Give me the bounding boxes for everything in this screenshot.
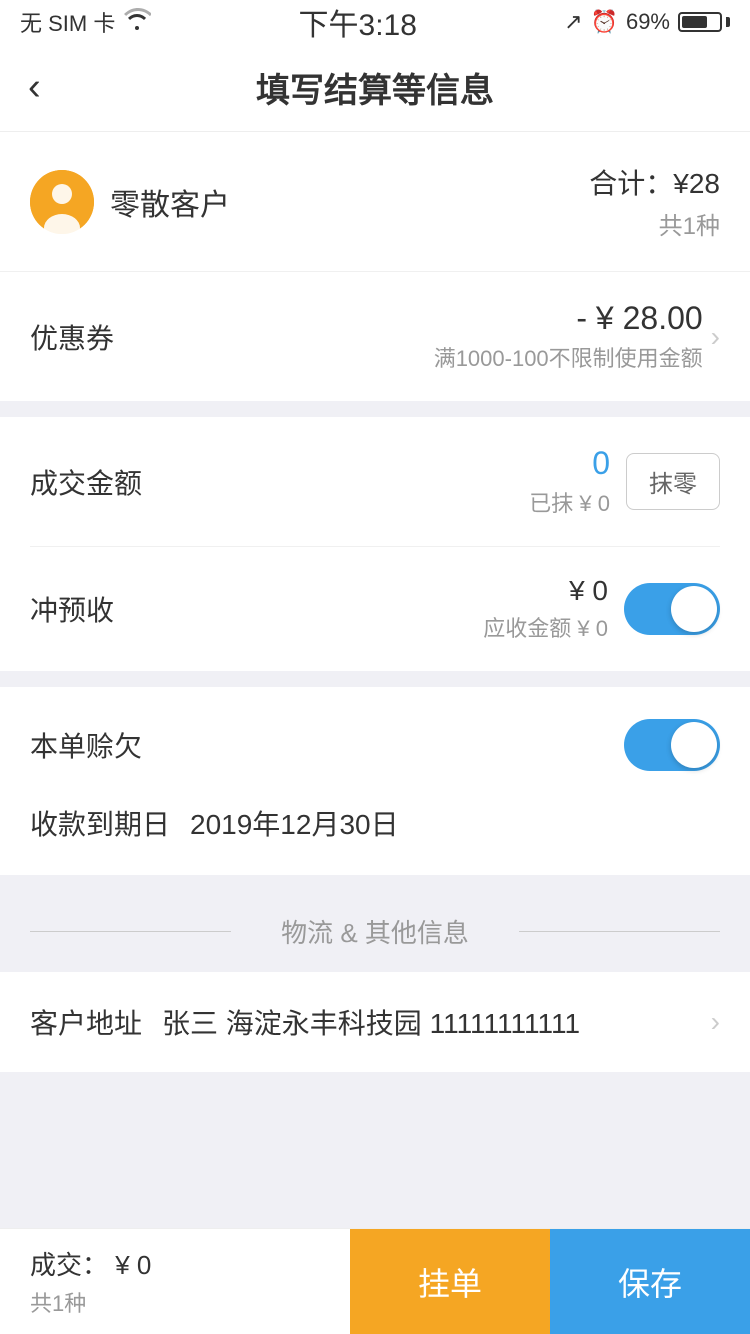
prepay-label: 冲预收 (30, 589, 114, 629)
bottom-summary: 成交： ¥ 0 共1种 (0, 1245, 350, 1318)
status-right: ↗ ⏰ 69% (564, 9, 730, 35)
total-amount: 合计：¥28 (589, 162, 720, 202)
address-chevron-icon: › (711, 1006, 720, 1038)
location-icon: ↗ (564, 9, 582, 35)
prepay-receivable: 应收金额 ¥ 0 (483, 611, 608, 643)
prepay-toggle[interactable] (624, 583, 720, 635)
save-button[interactable]: 保存 (550, 1229, 750, 1334)
status-left: 无 SIM 卡 (20, 6, 151, 38)
coupon-right: - ¥ 28.00 满1000-100不限制使用金额 › (434, 300, 720, 373)
alarm-icon: ⏰ (591, 9, 618, 35)
bottom-summary-top: 成交： ¥ 0 (30, 1245, 320, 1282)
prepay-right: ¥ 0 应收金额 ¥ 0 (483, 575, 720, 643)
customer-row: 零散客户 合计：¥28 共1种 (0, 132, 750, 271)
avatar (30, 170, 94, 234)
address-label: 客户地址 (30, 1002, 142, 1042)
prepay-amount: ¥ 0 (483, 575, 608, 607)
transaction-amount-right: 0 已抹 ¥ 0 抹零 (529, 445, 720, 518)
page-title: 填写结算等信息 (256, 63, 494, 112)
hold-button[interactable]: 挂单 (350, 1229, 550, 1334)
nav-bar: ‹ 填写结算等信息 (0, 44, 750, 132)
logistics-header: 物流 & 其他信息 (0, 891, 750, 972)
coupon-amount: - ¥ 28.00 (434, 300, 703, 337)
debt-section: 本单赊欠 收款到期日 2019年12月30日 (0, 687, 750, 875)
coupon-desc: 满1000-100不限制使用金额 (434, 341, 703, 373)
coupon-label: 优惠券 (30, 317, 114, 357)
sim-text: 无 SIM 卡 (20, 6, 115, 38)
due-date-row[interactable]: 收款到期日 2019年12月30日 (30, 803, 720, 875)
transaction-section: 成交金额 0 已抹 ¥ 0 抹零 冲预收 ¥ 0 应收金额 ¥ 0 (0, 417, 750, 671)
debt-toggle[interactable] (624, 719, 720, 771)
status-time: 下午3:18 (299, 0, 417, 44)
back-button[interactable]: ‹ (28, 66, 41, 109)
debt-label: 本单赊欠 (30, 725, 142, 765)
debt-row: 本单赊欠 (30, 687, 720, 803)
total-count: 共1种 (589, 206, 720, 241)
address-section: 客户地址 张三 海淀永丰科技园 11111111111 › (0, 972, 750, 1072)
bottom-bar: 成交： ¥ 0 共1种 挂单 保存 (0, 1228, 750, 1334)
bottom-summary-bottom: 共1种 (30, 1286, 320, 1318)
address-value: 张三 海淀永丰科技园 11111111111 (162, 1002, 711, 1042)
customer-name: 零散客户 (110, 180, 230, 224)
customer-right: 合计：¥28 共1种 (589, 162, 720, 241)
round-button[interactable]: 抹零 (626, 453, 720, 510)
person-icon (30, 170, 94, 234)
transaction-amount-label: 成交金额 (30, 462, 142, 502)
address-row[interactable]: 客户地址 张三 海淀永丰科技园 11111111111 › (0, 972, 750, 1072)
customer-section: 零散客户 合计：¥28 共1种 优惠券 - ¥ 28.00 满1000-100不… (0, 132, 750, 401)
amount-value[interactable]: 0 (529, 445, 610, 482)
prepay-row: 冲预收 ¥ 0 应收金额 ¥ 0 (30, 546, 720, 671)
debt-toggle-knob (671, 722, 717, 768)
battery-icon (678, 12, 730, 32)
due-date-label: 收款到期日 (30, 803, 170, 843)
customer-left: 零散客户 (30, 170, 230, 234)
logistics-title: 物流 & 其他信息 (281, 913, 469, 950)
chevron-right-icon: › (711, 321, 720, 353)
transaction-amount-row: 成交金额 0 已抹 ¥ 0 抹零 (30, 417, 720, 546)
battery-percent: 69% (626, 9, 670, 35)
already-rounded: 已抹 ¥ 0 (529, 486, 610, 518)
toggle-knob (671, 586, 717, 632)
amount-col: 0 已抹 ¥ 0 (529, 445, 610, 518)
due-date-value: 2019年12月30日 (190, 803, 399, 843)
prepay-amount-col: ¥ 0 应收金额 ¥ 0 (483, 575, 608, 643)
status-bar: 无 SIM 卡 下午3:18 ↗ ⏰ 69% (0, 0, 750, 44)
wifi-icon (123, 8, 151, 36)
coupon-info: - ¥ 28.00 满1000-100不限制使用金额 (434, 300, 703, 373)
coupon-row[interactable]: 优惠券 - ¥ 28.00 满1000-100不限制使用金额 › (0, 271, 750, 401)
